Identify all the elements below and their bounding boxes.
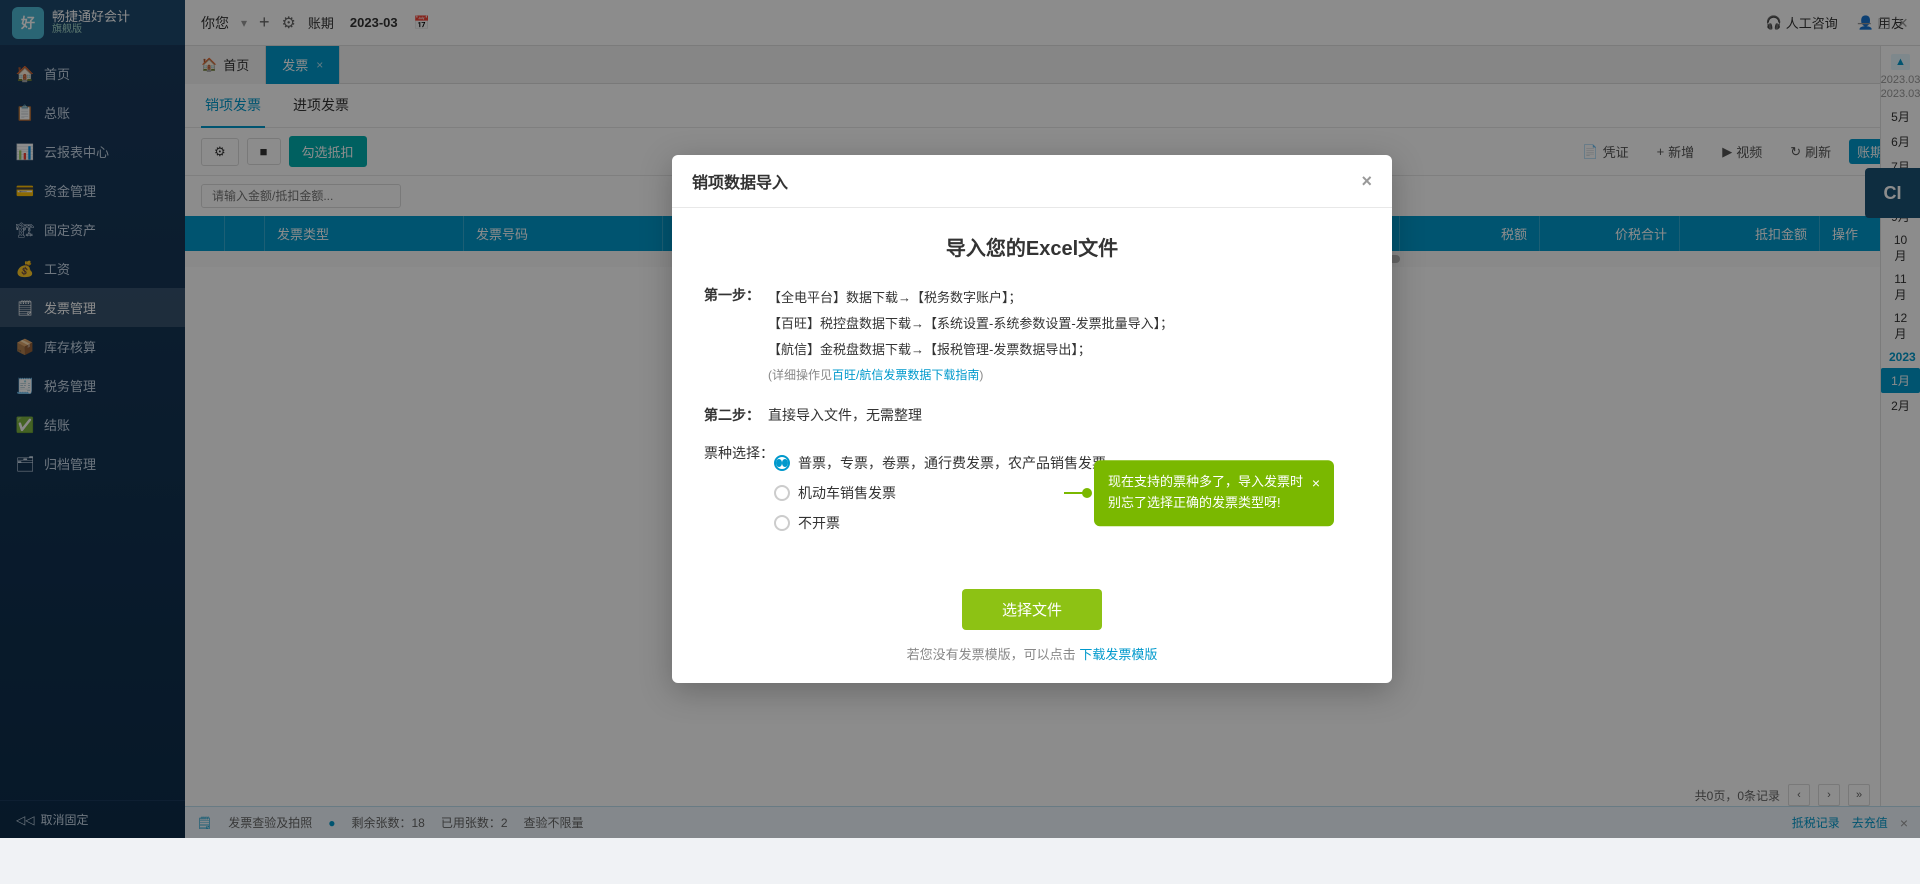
ticket-section: 票种选择： 普票，专票，卷票，通行费发票，农产品销售发票 机动车销售发票 xyxy=(704,443,1360,543)
step1-detail: (详细操作见百旺/航信发票数据下载指南) xyxy=(768,363,1173,387)
modal-heading: 导入您的Excel文件 xyxy=(704,232,1360,261)
step1-row: 第一步： 【全电平台】数据下载→【税务数字账户】； 【百旺】税控盘数据下载→【系… xyxy=(704,285,1360,387)
radio-item-3: 不开票 xyxy=(774,513,1106,533)
step1-label: 第一步： xyxy=(704,285,760,387)
tooltip-text: 现在支持的票种多了，导入发票时别忘了选择正确的发票类型呀! xyxy=(1108,474,1303,510)
step2-row: 第二步： 直接导入文件，无需整理 xyxy=(704,405,1360,425)
radio-item-1: 普票，专票，卷票，通行费发票，农产品销售发票 xyxy=(774,453,1106,473)
tooltip-close-btn[interactable]: × xyxy=(1312,472,1320,494)
radio-label-2: 机动车销售发票 xyxy=(798,483,896,503)
step1-line1: 【全电平台】数据下载→【税务数字账户】； xyxy=(768,285,1173,311)
step1-content: 【全电平台】数据下载→【税务数字账户】； 【百旺】税控盘数据下载→【系统设置-系… xyxy=(760,285,1173,387)
tooltip-line xyxy=(1064,492,1084,494)
radio-btn-3[interactable] xyxy=(774,515,790,531)
modal-footer: 选择文件 若您没有发票模版，可以点击 下载发票模版 xyxy=(672,581,1392,683)
step1-line2: 【百旺】税控盘数据下载→【系统设置-系统参数设置-发票批量导入】； xyxy=(768,311,1173,337)
step2-label: 第二步： xyxy=(704,405,760,425)
modal-title: 销项数据导入 xyxy=(692,169,788,193)
template-hint: 若您没有发票模版，可以点击 下载发票模版 xyxy=(704,644,1360,663)
radio-label-1: 普票，专票，卷票，通行费发票，农产品销售发票 xyxy=(798,453,1106,473)
tooltip-dot xyxy=(1082,488,1092,498)
ticket-label: 票种选择： xyxy=(704,443,774,463)
select-file-btn[interactable]: 选择文件 xyxy=(962,589,1102,630)
step2-section: 第二步： 直接导入文件，无需整理 xyxy=(704,405,1360,425)
tooltip-bubble: × 现在支持的票种多了，导入发票时别忘了选择正确的发票类型呀! xyxy=(1094,460,1334,526)
radio-btn-1[interactable] xyxy=(774,455,790,471)
download-guide-link[interactable]: 百旺/航信发票数据下载指南 xyxy=(832,368,979,382)
radio-group: 普票，专票，卷票，通行费发票，农产品销售发票 机动车销售发票 × 现在支持的票 xyxy=(774,443,1106,543)
radio-item-2: 机动车销售发票 × 现在支持的票种多了，导入发票时别忘了选择正确的发票类型呀! xyxy=(774,483,1106,503)
modal-close-btn[interactable]: × xyxy=(1361,171,1372,192)
download-template-link[interactable]: 下载发票模版 xyxy=(1079,647,1157,662)
modal-body: 导入您的Excel文件 第一步： 【全电平台】数据下载→【税务数字账户】； 【百… xyxy=(672,208,1392,581)
modal-header: 销项数据导入 × xyxy=(672,155,1392,208)
import-modal: 销项数据导入 × 导入您的Excel文件 第一步： 【全电平台】数据下载→【税务… xyxy=(672,155,1392,683)
ticket-row: 票种选择： 普票，专票，卷票，通行费发票，农产品销售发票 机动车销售发票 xyxy=(704,443,1360,543)
radio-label-3: 不开票 xyxy=(798,513,840,533)
step1-section: 第一步： 【全电平台】数据下载→【税务数字账户】； 【百旺】税控盘数据下载→【系… xyxy=(704,285,1360,387)
step2-content: 直接导入文件，无需整理 xyxy=(760,405,922,425)
radio-btn-2[interactable] xyxy=(774,485,790,501)
step1-line3: 【航信】金税盘数据下载→【报税管理-发票数据导出】； xyxy=(768,337,1173,363)
